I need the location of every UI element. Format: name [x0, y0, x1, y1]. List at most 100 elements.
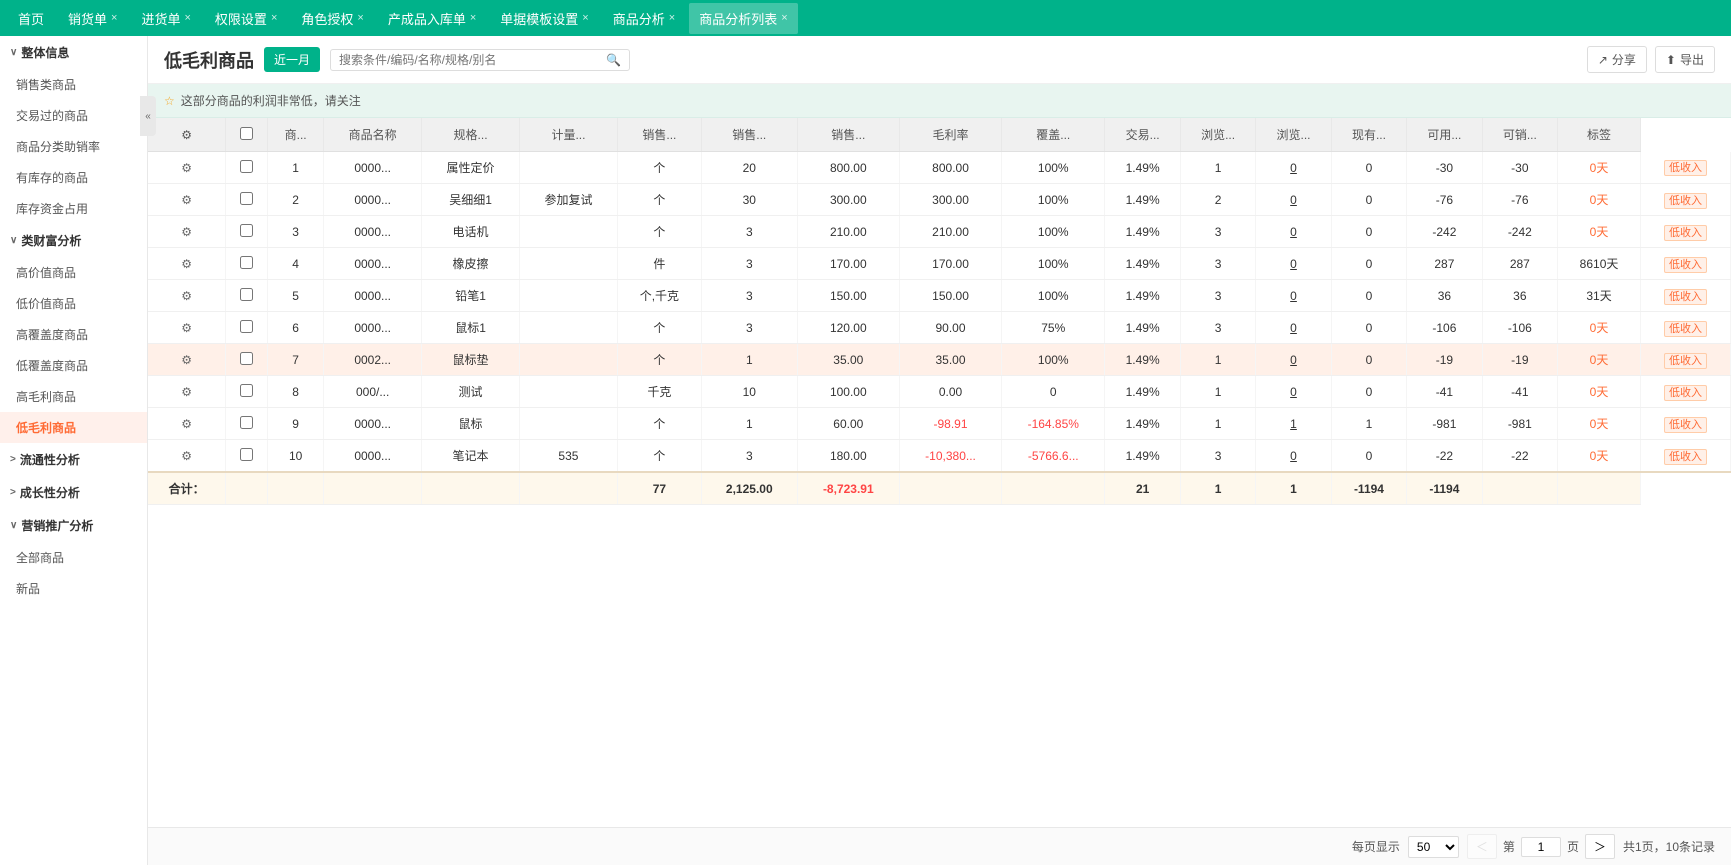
nav-close-商品分析[interactable]: × [669, 12, 675, 24]
sidebar-group-营销推广分析[interactable]: ∨营销推广分析 [0, 509, 147, 542]
row-checkbox[interactable] [226, 408, 268, 440]
row-settings[interactable]: ⚙ [148, 408, 226, 440]
prev-page-button[interactable]: ＜ [1467, 834, 1497, 859]
th-gross-margin[interactable]: 毛利率 [899, 118, 1001, 152]
row-browse1[interactable]: 1 [1256, 408, 1331, 440]
nav-close-权限设置[interactable]: × [271, 12, 277, 24]
nav-item-首页[interactable]: 首页 [8, 3, 54, 34]
th-tag[interactable]: 标签 [1558, 118, 1641, 152]
sidebar-item-低毛利商品[interactable]: 低毛利商品 [0, 412, 147, 443]
page-input[interactable] [1521, 837, 1561, 857]
row-checkbox[interactable] [226, 216, 268, 248]
row-browse1[interactable]: 0 [1256, 440, 1331, 473]
row-settings[interactable]: ⚙ [148, 440, 226, 473]
sidebar-collapse-button[interactable]: « [140, 96, 156, 136]
th-browse1[interactable]: 浏览... [1180, 118, 1255, 152]
export-button[interactable]: ⬆ 导出 [1655, 46, 1715, 73]
th-sellable[interactable]: 可销... [1482, 118, 1557, 152]
search-icon[interactable]: 🔍 [606, 53, 621, 67]
row-select-checkbox[interactable] [240, 224, 253, 237]
nav-item-商品分析[interactable]: 商品分析× [603, 3, 685, 34]
row-select-checkbox[interactable] [240, 160, 253, 173]
row-select-checkbox[interactable] [240, 352, 253, 365]
row-browse1[interactable]: 0 [1256, 216, 1331, 248]
nav-close-进货单[interactable]: × [184, 12, 190, 24]
filter-period-button[interactable]: 近一月 [264, 47, 320, 72]
row-checkbox[interactable] [226, 280, 268, 312]
th-transaction[interactable]: 交易... [1105, 118, 1180, 152]
sidebar-item-高价值商品[interactable]: 高价值商品 [0, 257, 147, 288]
th-name[interactable]: 商品名称 [324, 118, 422, 152]
row-settings[interactable]: ⚙ [148, 152, 226, 184]
th-sales-amount[interactable]: 销售... [797, 118, 899, 152]
th-coverage[interactable]: 覆盖... [1002, 118, 1105, 152]
th-checkbox[interactable] [226, 118, 268, 152]
sidebar-item-新品[interactable]: 新品 [0, 573, 147, 604]
row-checkbox[interactable] [226, 152, 268, 184]
row-checkbox[interactable] [226, 376, 268, 408]
nav-item-权限设置[interactable]: 权限设置× [205, 3, 287, 34]
th-available[interactable]: 可用... [1407, 118, 1482, 152]
row-select-checkbox[interactable] [240, 448, 253, 461]
sidebar-item-低价值商品[interactable]: 低价值商品 [0, 288, 147, 319]
nav-item-销货单[interactable]: 销货单× [58, 3, 127, 34]
sidebar-group-成长性分析[interactable]: >成长性分析 [0, 476, 147, 509]
th-sales-price[interactable]: 销售... [701, 118, 797, 152]
row-checkbox[interactable] [226, 440, 268, 473]
row-settings[interactable]: ⚙ [148, 376, 226, 408]
sidebar-item-低覆盖度商品[interactable]: 低覆盖度商品 [0, 350, 147, 381]
nav-close-商品分析列表[interactable]: × [781, 12, 787, 24]
sidebar-item-有库存的商品[interactable]: 有库存的商品 [0, 162, 147, 193]
th-spec[interactable]: 规格... [422, 118, 520, 152]
row-select-checkbox[interactable] [240, 288, 253, 301]
share-button[interactable]: ↗ 分享 [1587, 46, 1647, 73]
th-sales-qty[interactable]: 销售... [617, 118, 701, 152]
nav-close-单据模板设置[interactable]: × [582, 12, 588, 24]
nav-item-单据模板设置[interactable]: 单据模板设置× [490, 3, 598, 34]
sidebar-item-销售类商品[interactable]: 销售类商品 [0, 69, 147, 100]
row-checkbox[interactable] [226, 248, 268, 280]
row-settings[interactable]: ⚙ [148, 344, 226, 376]
nav-close-销货单[interactable]: × [111, 12, 117, 24]
row-settings[interactable]: ⚙ [148, 312, 226, 344]
sidebar-item-商品分类助销率[interactable]: 商品分类助销率 [0, 131, 147, 162]
th-code[interactable]: 商... [268, 118, 324, 152]
th-settings[interactable]: ⚙ [148, 118, 226, 152]
sidebar-group-流通性分析[interactable]: >流通性分析 [0, 443, 147, 476]
nav-item-进货单[interactable]: 进货单× [131, 3, 200, 34]
next-page-button[interactable]: ＞ [1585, 834, 1615, 859]
nav-item-产成品入库单[interactable]: 产成品入库单× [378, 3, 486, 34]
per-page-select[interactable]: 50 100 200 [1408, 836, 1459, 858]
row-settings[interactable]: ⚙ [148, 184, 226, 216]
row-checkbox[interactable] [226, 184, 268, 216]
sidebar-group-类财富分析[interactable]: ∨类财富分析 [0, 224, 147, 257]
row-select-checkbox[interactable] [240, 192, 253, 205]
row-browse1[interactable]: 0 [1256, 184, 1331, 216]
row-settings[interactable]: ⚙ [148, 280, 226, 312]
row-select-checkbox[interactable] [240, 320, 253, 333]
th-unit[interactable]: 计量... [520, 118, 618, 152]
row-select-checkbox[interactable] [240, 384, 253, 397]
row-browse1[interactable]: 0 [1256, 152, 1331, 184]
sidebar-item-库存资金占用[interactable]: 库存资金占用 [0, 193, 147, 224]
nav-item-商品分析列表[interactable]: 商品分析列表× [689, 3, 797, 34]
row-browse1[interactable]: 0 [1256, 344, 1331, 376]
nav-close-产成品入库单[interactable]: × [470, 12, 476, 24]
row-checkbox[interactable] [226, 344, 268, 376]
row-select-checkbox[interactable] [240, 256, 253, 269]
sidebar-group-整体信息[interactable]: ∨整体信息 [0, 36, 147, 69]
th-browse2[interactable]: 浏览... [1256, 118, 1331, 152]
search-input[interactable] [339, 53, 606, 67]
row-settings[interactable]: ⚙ [148, 248, 226, 280]
sidebar-item-全部商品[interactable]: 全部商品 [0, 542, 147, 573]
nav-item-角色授权[interactable]: 角色授权× [291, 3, 373, 34]
sidebar-item-高覆盖度商品[interactable]: 高覆盖度商品 [0, 319, 147, 350]
nav-close-角色授权[interactable]: × [357, 12, 363, 24]
row-browse1[interactable]: 0 [1256, 248, 1331, 280]
row-select-checkbox[interactable] [240, 416, 253, 429]
row-settings[interactable]: ⚙ [148, 216, 226, 248]
row-browse1[interactable]: 0 [1256, 312, 1331, 344]
sidebar-item-交易过的商品[interactable]: 交易过的商品 [0, 100, 147, 131]
sidebar-item-高毛利商品[interactable]: 高毛利商品 [0, 381, 147, 412]
row-browse1[interactable]: 0 [1256, 376, 1331, 408]
